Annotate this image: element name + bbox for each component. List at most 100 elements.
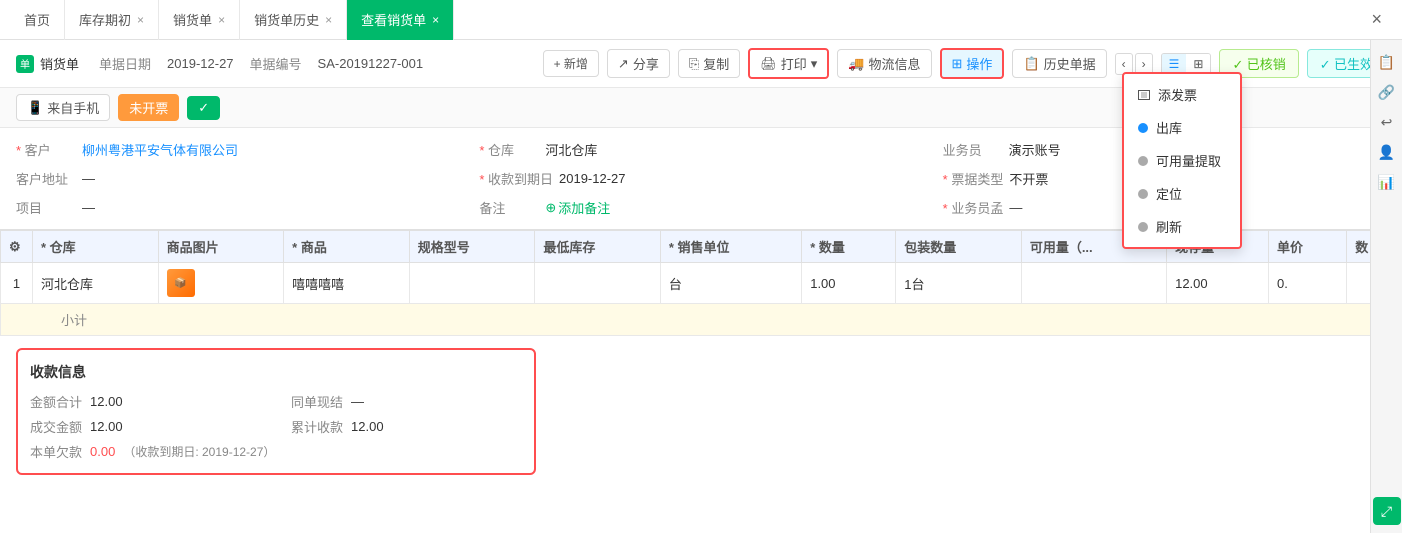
tab-sales[interactable]: 销货单 × [159, 0, 240, 40]
tab-view-sales[interactable]: 查看销货单 × [347, 0, 454, 40]
locate-icon [1138, 189, 1148, 199]
project-row: 项目 — [16, 198, 459, 217]
available-qty-item[interactable]: 可用量提取 [1124, 144, 1240, 177]
sidebar-back-button[interactable]: ↩ [1373, 108, 1401, 136]
tab-view-sales-close[interactable]: × [432, 13, 439, 27]
add-invoice-item[interactable]: 添发票 [1124, 78, 1240, 111]
print-button[interactable]: 🖨 打印 ▾ [748, 48, 829, 79]
same-order-value: — [351, 394, 364, 409]
logistics-button[interactable]: 🚚 物流信息 [837, 49, 931, 78]
locate-item[interactable]: 定位 [1124, 177, 1240, 210]
th-pack-qty: 包装数量 [896, 231, 1022, 263]
payment-date-value: 2019-12-27 [559, 171, 923, 186]
tab-inventory-close[interactable]: × [137, 13, 144, 27]
no-label: 单据编号 [250, 54, 302, 73]
doc-icon: 单 [16, 55, 34, 73]
tab-sales-history[interactable]: 销货单历史 × [240, 0, 347, 40]
doc-meta: 单据日期 2019-12-27 单据编号 SA-20191227-001 [99, 54, 423, 73]
row-qty: 1.00 [802, 263, 896, 304]
warehouse-row: 仓库 河北仓库 [479, 140, 922, 159]
new-button[interactable]: + 新增 [543, 50, 599, 77]
share-button[interactable]: ↗ 分享 [607, 49, 670, 78]
tab-sales-history-close[interactable]: × [325, 13, 332, 27]
th-unit-price: 单价 [1269, 231, 1347, 263]
doc-title: 销货单 [40, 54, 79, 73]
tab-home[interactable]: 首页 [10, 0, 65, 40]
sidebar-user-button[interactable]: 👤 [1373, 138, 1401, 166]
operation-button[interactable]: ⊞ 操作 [940, 48, 1005, 79]
remark-row: 备注 ⊕ 添加备注 [479, 198, 922, 217]
total-amount-label: 金额合计 [30, 392, 82, 411]
deal-amount-value: 12.00 [90, 419, 123, 434]
date-label: 单据日期 [99, 54, 151, 73]
subtotal-label: 小计 [1, 304, 1402, 336]
staff2-label: 业务员孟 [943, 198, 1004, 217]
cumulative-row: 累计收款 12.00 [291, 417, 522, 436]
row-product: 嘻嘻嘻嘻 [284, 263, 410, 304]
same-order-label: 同单现结 [291, 392, 343, 411]
sidebar-link-button[interactable]: 🔗 [1373, 78, 1401, 106]
cumulative-value: 12.00 [351, 419, 384, 434]
row-spec [409, 263, 535, 304]
row-no: 1 [1, 263, 33, 304]
tab-sales-close[interactable]: × [218, 13, 225, 27]
print-icon: 🖨 [760, 56, 777, 72]
row-current-qty: 12.00 [1167, 263, 1269, 304]
refresh-item[interactable]: 刷新 [1124, 210, 1240, 243]
from-phone-button[interactable]: 📱 来自手机 [16, 94, 110, 121]
address-row: 客户地址 — [16, 169, 459, 188]
row-min-stock [535, 263, 661, 304]
total-amount-value: 12.00 [90, 394, 123, 409]
same-order-row: 同单现结 — [291, 392, 522, 411]
arrears-row: 本单欠款 0.00 （收款到期日: 2019-12-27） [30, 442, 522, 461]
window-close-button[interactable]: × [1361, 9, 1392, 30]
th-unit: * 销售单位 [660, 231, 801, 263]
sidebar-chart-button[interactable]: 📊 [1373, 168, 1401, 196]
payment-section: 收款信息 金额合计 12.00 同单现结 — 成交金额 12.00 累计收款 1… [16, 348, 536, 475]
grid-icon: ⊞ [952, 56, 963, 72]
customer-label: 客户 [16, 140, 76, 159]
project-label: 项目 [16, 198, 76, 217]
sidebar-expand-button[interactable]: ⤢ [1373, 497, 1401, 525]
payment-title: 收款信息 [30, 362, 522, 382]
share-icon: ↗ [618, 56, 629, 72]
history-button[interactable]: 📋 历史单据 [1012, 49, 1106, 78]
staff-label: 业务员 [943, 140, 1003, 159]
grid-view-button[interactable]: ⊞ [1186, 54, 1210, 74]
out-stock-item[interactable]: 出库 [1124, 111, 1240, 144]
product-image: 📦 [167, 269, 195, 297]
th-spec: 规格型号 [409, 231, 535, 263]
row-warehouse: 河北仓库 [33, 263, 159, 304]
copy-button[interactable]: ⎘ 复制 [678, 49, 740, 78]
print-dropdown-arrow: ▾ [811, 56, 818, 72]
total-amount-row: 金额合计 12.00 [30, 392, 261, 411]
address-label: 客户地址 [16, 169, 76, 188]
settings-col-header[interactable]: ⚙ [1, 231, 33, 263]
confirm-button[interactable]: ✓ [187, 96, 220, 120]
project-value: — [82, 200, 459, 215]
th-qty: * 数量 [802, 231, 896, 263]
doc-title-area: 单 销货单 [16, 54, 79, 73]
effect-icon: ✓ [1320, 57, 1331, 72]
arrears-value: 0.00 [90, 444, 115, 459]
outstock-icon [1138, 123, 1148, 133]
add-note-button[interactable]: ⊕ 添加备注 [545, 198, 610, 217]
ticket-label: 票据类型 [943, 169, 1004, 188]
history-icon: 📋 [1023, 56, 1039, 72]
list-view-button[interactable]: ☰ [1162, 54, 1187, 74]
deal-amount-label: 成交金额 [30, 417, 82, 436]
payment-date-row: 收款到期日 2019-12-27 [479, 169, 922, 188]
refresh-icon [1138, 222, 1148, 232]
payment-date-label: 收款到期日 [479, 169, 553, 188]
phone-icon: 📱 [27, 100, 43, 116]
subtotal-row: 小计 [1, 304, 1402, 336]
not-open-ticket-button[interactable]: 未开票 [118, 94, 179, 121]
due-hint: （收款到期日: 2019-12-27） [123, 443, 275, 460]
no-value: SA-20191227-001 [318, 56, 424, 71]
tab-inventory[interactable]: 库存期初 × [65, 0, 159, 40]
row-img: 📦 [158, 263, 284, 304]
row-avail-qty [1021, 263, 1166, 304]
customer-value[interactable]: 柳州粤港平安气体有限公司 [82, 140, 459, 159]
sidebar-doc-button[interactable]: 📋 [1373, 48, 1401, 76]
deal-amount-row: 成交金额 12.00 [30, 417, 261, 436]
